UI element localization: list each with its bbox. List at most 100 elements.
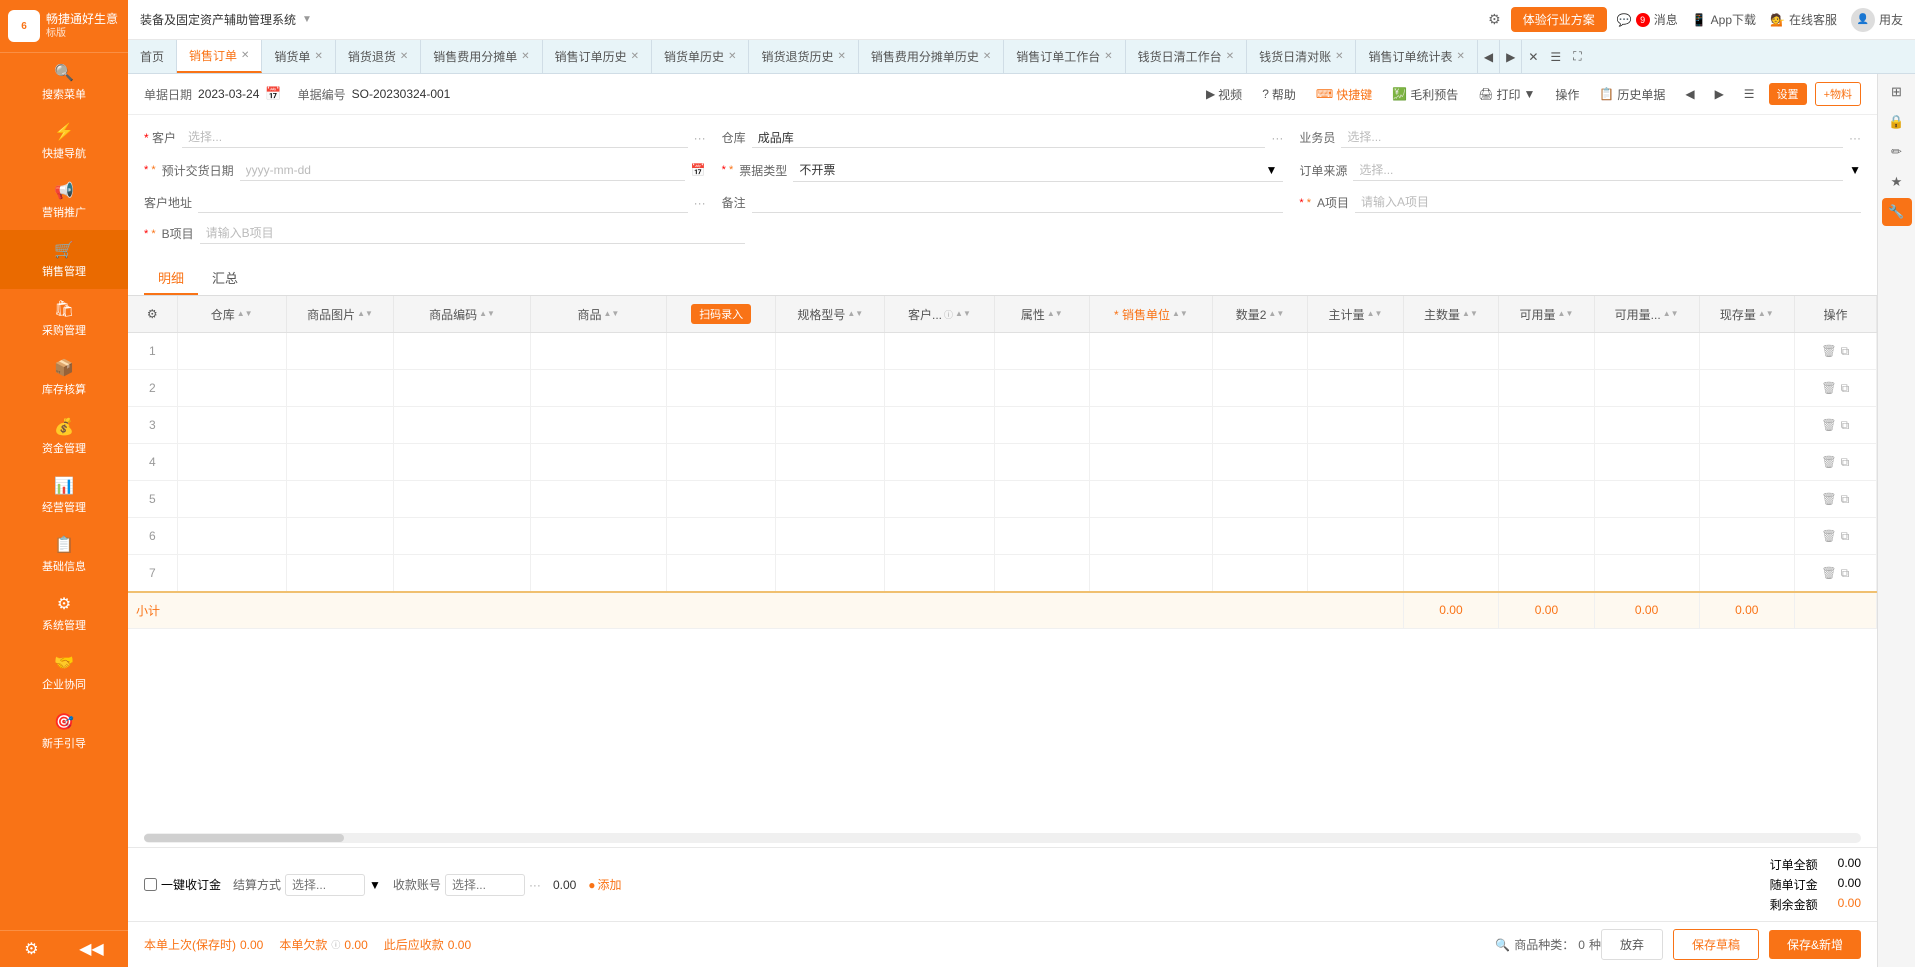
layout-list-btn[interactable]: ☰ xyxy=(1738,85,1761,103)
a-project-input[interactable] xyxy=(1355,192,1861,213)
col-main-unit[interactable]: 主计量 ▲▼ xyxy=(1308,296,1403,333)
col-scan[interactable]: 扫码录入 xyxy=(667,296,776,333)
sidebar-item-collaborate[interactable]: 🤝 企业协同 xyxy=(0,643,128,702)
delete-row-icon[interactable]: 🗑 xyxy=(1821,381,1836,395)
toolbar-btn-edit[interactable]: ✏ xyxy=(1882,138,1912,166)
nav-prev-btn[interactable]: ◀ xyxy=(1679,85,1700,103)
tab-close-icon[interactable]: ✕ xyxy=(1335,51,1343,62)
tab-summary[interactable]: 汇总 xyxy=(198,262,252,295)
tab-close-icon[interactable]: ✕ xyxy=(1104,51,1112,62)
col-customer-code[interactable]: 客户... ⓘ ▲▼ xyxy=(885,296,994,333)
tab-daily-workbench[interactable]: 钱货日清工作台 ✕ xyxy=(1126,40,1247,73)
tab-close-icon[interactable]: ✕ xyxy=(241,50,249,61)
col-warehouse[interactable]: 仓库 ▲▼ xyxy=(177,296,286,333)
col-available2[interactable]: 可用量... ▲▼ xyxy=(1594,296,1699,333)
tab-close-icon[interactable]: ✕ xyxy=(631,51,639,62)
tab-sales-return[interactable]: 销货退货 ✕ xyxy=(336,40,421,73)
tab-order-stats[interactable]: 销售订单统计表 ✕ xyxy=(1356,40,1477,73)
cell-main-unit[interactable] xyxy=(1308,333,1403,370)
app-download-btn[interactable]: 📱 App下载 xyxy=(1692,11,1756,28)
address-input[interactable] xyxy=(198,192,688,213)
col-main-qty[interactable]: 主数量 ▲▼ xyxy=(1403,296,1498,333)
settings-icon[interactable]: ⚙ xyxy=(1488,11,1501,28)
cell-available2[interactable] xyxy=(1594,333,1699,370)
message-btn[interactable]: 💬 9 消息 xyxy=(1617,11,1678,28)
copy-row-icon[interactable]: ⧉ xyxy=(1841,529,1850,544)
col-code[interactable]: 商品编码 ▲▼ xyxy=(394,296,530,333)
col-settings[interactable]: ⚙ xyxy=(128,296,177,333)
tab-fullscreen-btn[interactable]: ⛶ xyxy=(1567,40,1587,73)
cell-customer-code[interactable] xyxy=(885,333,994,370)
tab-prev-btn[interactable]: ◀ xyxy=(1478,40,1500,73)
copy-row-icon[interactable]: ⧉ xyxy=(1841,344,1850,359)
sidebar-item-sales[interactable]: 🛒 销售管理 xyxy=(0,230,128,289)
sidebar-item-management[interactable]: 📊 经营管理 xyxy=(0,466,128,525)
invoice-type-select[interactable]: 不开票 ▼ xyxy=(793,158,1283,182)
delivery-date-input[interactable] xyxy=(240,160,685,181)
shortcut-btn[interactable]: ⌨ 快捷键 xyxy=(1310,84,1378,105)
online-service-btn[interactable]: 💁 在线客服 xyxy=(1770,11,1837,28)
discard-button[interactable]: 放弃 xyxy=(1601,929,1663,960)
tab-sales-order-history[interactable]: 销售订单历史 ✕ xyxy=(543,40,652,73)
remark-input[interactable] xyxy=(752,192,1284,213)
sidebar-item-finance[interactable]: 💰 资金管理 xyxy=(0,407,128,466)
b-project-input[interactable] xyxy=(200,223,745,244)
delete-row-icon[interactable]: 🗑 xyxy=(1821,566,1836,580)
delete-row-icon[interactable]: 🗑 xyxy=(1821,418,1836,432)
video-btn[interactable]: ▶ 视频 xyxy=(1200,84,1248,105)
sidebar-item-basic-info[interactable]: 📋 基础信息 xyxy=(0,525,128,584)
address-more-icon[interactable]: ··· xyxy=(694,196,706,210)
sidebar-settings-icon[interactable]: ⚙ xyxy=(24,939,38,959)
cell-main-qty[interactable] xyxy=(1403,333,1498,370)
tab-sales-order[interactable]: 销售订单 ✕ xyxy=(177,40,262,73)
cell-attr[interactable] xyxy=(994,333,1089,370)
tab-close-icon[interactable]: ✕ xyxy=(1457,51,1465,62)
order-source-input[interactable] xyxy=(1353,160,1843,181)
delete-row-icon[interactable]: 🗑 xyxy=(1821,344,1836,358)
tab-daily-reconcile[interactable]: 钱货日清对账 ✕ xyxy=(1247,40,1356,73)
tab-goods-history[interactable]: 销货单历史 ✕ xyxy=(652,40,749,73)
cell-code[interactable] xyxy=(394,333,530,370)
tab-next-btn[interactable]: ▶ xyxy=(1500,40,1522,73)
copy-row-icon[interactable]: ⧉ xyxy=(1841,492,1850,507)
salesperson-more-icon[interactable]: ··· xyxy=(1849,131,1861,145)
cell-unit[interactable] xyxy=(1089,333,1212,370)
sidebar-collapse-icon[interactable]: ◀◀ xyxy=(79,939,104,959)
col-product[interactable]: 商品 ▲▼ xyxy=(530,296,666,333)
one-click-payment-checkbox[interactable]: 一键收订金 xyxy=(144,876,221,893)
sidebar-item-search[interactable]: 🔍 搜索菜单 xyxy=(0,53,128,112)
cell-qty2[interactable] xyxy=(1212,333,1307,370)
cell-scan[interactable] xyxy=(667,333,776,370)
sidebar-item-guide[interactable]: 🎯 新手引导 xyxy=(0,702,128,761)
salesperson-input[interactable] xyxy=(1341,127,1843,148)
col-available[interactable]: 可用量 ▲▼ xyxy=(1499,296,1594,333)
account-input[interactable] xyxy=(445,874,525,896)
sidebar-item-system[interactable]: ⚙ 系统管理 xyxy=(0,584,128,643)
copy-row-icon[interactable]: ⧉ xyxy=(1841,418,1850,433)
col-stock[interactable]: 现存量 ▲▼ xyxy=(1699,296,1794,333)
add-material-btn[interactable]: +物料 xyxy=(1815,82,1861,106)
sidebar-item-marketing[interactable]: 📢 营销推广 xyxy=(0,171,128,230)
tab-close-icon[interactable]: ✕ xyxy=(837,51,845,62)
profit-btn[interactable]: 💹 毛利预告 xyxy=(1386,84,1464,105)
delete-row-icon[interactable]: 🗑 xyxy=(1821,455,1836,469)
col-spec[interactable]: 规格型号 ▲▼ xyxy=(776,296,885,333)
history-btn[interactable]: 📋 历史单据 xyxy=(1593,84,1671,105)
scrollbar-thumb[interactable] xyxy=(144,834,344,842)
sidebar-item-quicknav[interactable]: ⚡ 快捷导航 xyxy=(0,112,128,171)
tab-close-icon[interactable]: ✕ xyxy=(1226,51,1234,62)
toolbar-btn-lock[interactable]: 🔒 xyxy=(1882,108,1912,136)
copy-row-icon[interactable]: ⧉ xyxy=(1841,566,1850,581)
scan-button[interactable]: 扫码录入 xyxy=(691,304,751,324)
payment-method-input[interactable] xyxy=(285,874,365,896)
sidebar-item-inventory[interactable]: 📦 库存核算 xyxy=(0,348,128,407)
one-click-checkbox[interactable] xyxy=(144,878,157,891)
tab-close-icon[interactable]: ✕ xyxy=(728,51,736,62)
tab-sales-expense[interactable]: 销售费用分摊单 ✕ xyxy=(421,40,542,73)
tab-order-workbench[interactable]: 销售订单工作台 ✕ xyxy=(1004,40,1125,73)
toolbar-btn-grid[interactable]: ⊞ xyxy=(1882,78,1912,106)
help-btn[interactable]: ? 帮助 xyxy=(1256,84,1302,105)
tab-home[interactable]: 首页 xyxy=(128,40,177,73)
account-more-icon[interactable]: ··· xyxy=(529,878,541,892)
cell-warehouse[interactable] xyxy=(177,370,286,407)
